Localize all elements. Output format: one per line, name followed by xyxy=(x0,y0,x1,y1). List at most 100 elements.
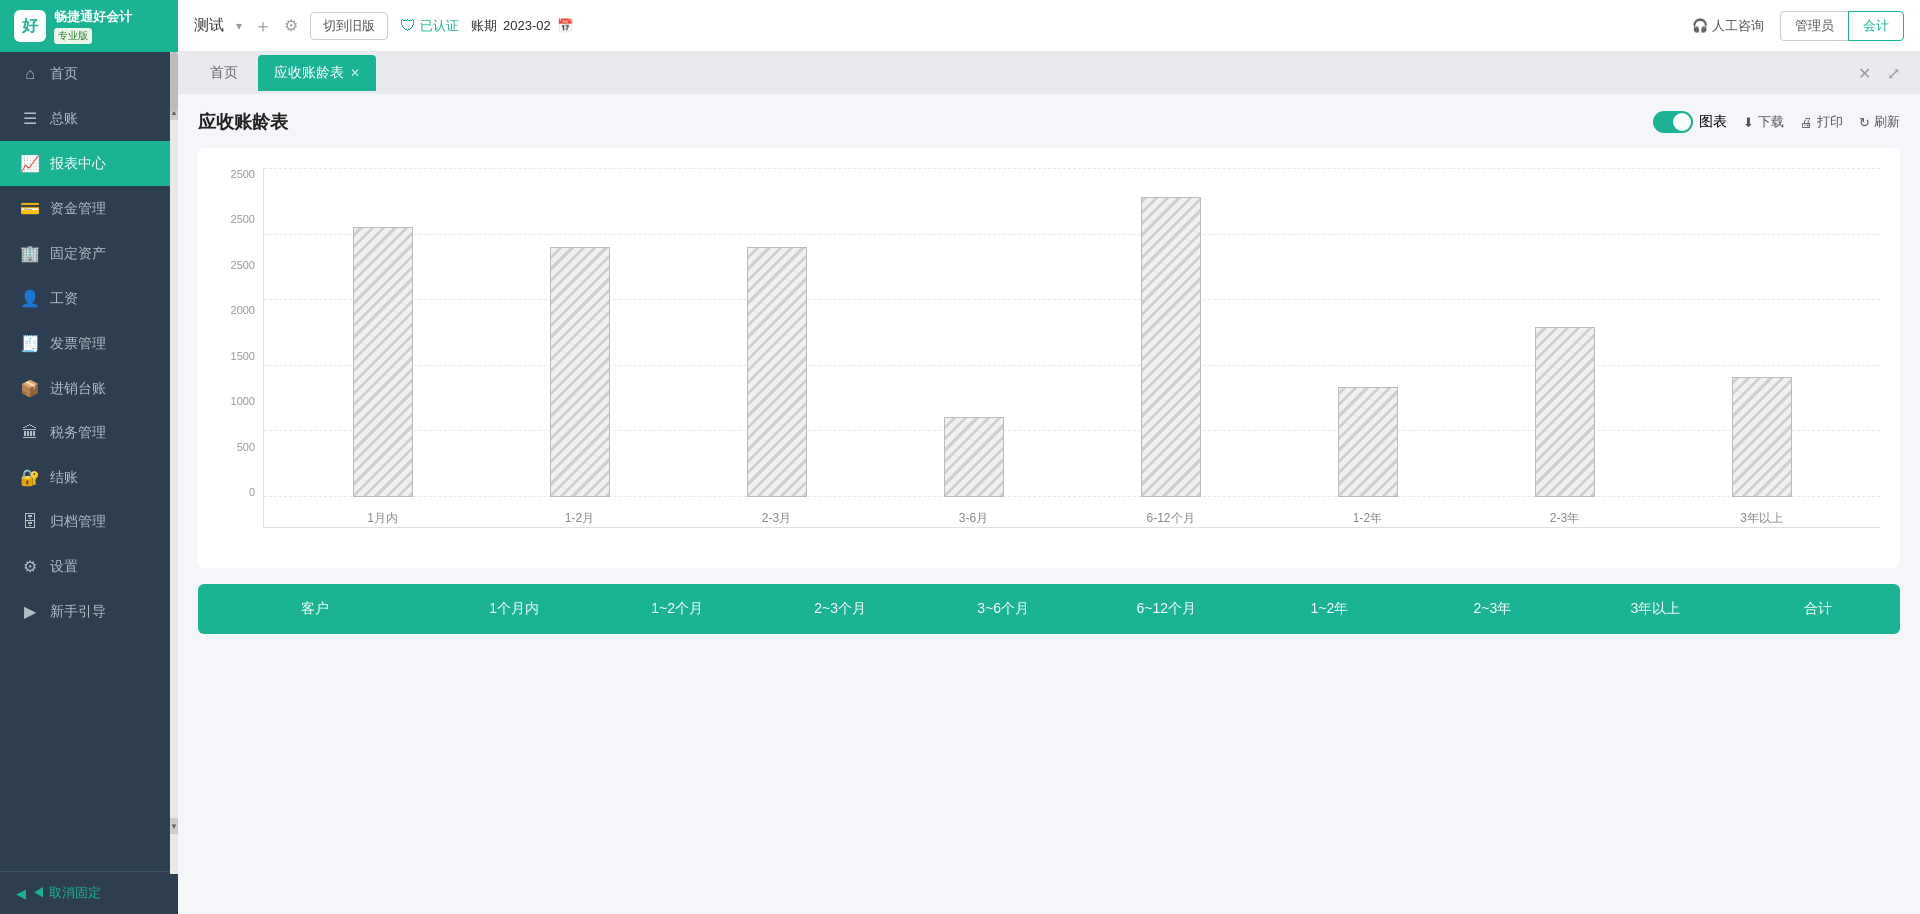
sidebar-item-inventory[interactable]: 📦 进销台账 xyxy=(0,366,178,411)
bar-2-3y xyxy=(1535,327,1595,497)
th-1m: 1个月内 xyxy=(433,584,596,634)
sidebar-item-ledger[interactable]: ☰ 总账 xyxy=(0,96,178,141)
closing-icon: 🔐 xyxy=(20,468,40,487)
sidebar-logo: 好 畅捷通好会计 专业版 xyxy=(0,0,178,52)
bar-group-3y-plus xyxy=(1732,377,1792,497)
sidebar-item-tax[interactable]: 🏛 税务管理 xyxy=(0,411,178,455)
sidebar-item-label: 归档管理 xyxy=(50,513,106,531)
topbar-right: 🎧 人工咨询 管理员 会计 xyxy=(1692,11,1904,41)
x-axis-labels: 1月内 1-2月 2-3月 3-6月 6-12个月 1-2年 2-3年 3年以上 xyxy=(264,510,1880,527)
x-label-3-6m: 3-6月 xyxy=(944,510,1004,527)
bar-group-3-6m xyxy=(944,417,1004,497)
sidebar-item-archive[interactable]: 🗄 归档管理 xyxy=(0,500,178,544)
user-role-group: 管理员 会计 xyxy=(1780,11,1904,41)
sidebar-item-label: 发票管理 xyxy=(50,335,106,353)
tab-close-icon[interactable]: ✕ xyxy=(350,66,360,80)
scroll-down-arrow[interactable]: ▼ xyxy=(170,818,178,834)
home-icon: ⌂ xyxy=(20,65,40,83)
inventory-icon: 📦 xyxy=(20,379,40,398)
main-area: 测试 ▾ ＋ ⚙ 切到旧版 🛡 已认证 账期 2023-02 📅 🎧 人工咨询 … xyxy=(178,0,1920,914)
calendar-icon[interactable]: 📅 xyxy=(557,18,573,33)
th-2-3y: 2~3年 xyxy=(1411,584,1574,634)
support-label: 人工咨询 xyxy=(1712,17,1764,35)
bar-6-12m xyxy=(1141,197,1201,497)
tab-ar-aging-label: 应收账龄表 xyxy=(274,64,344,82)
tab-ar-aging[interactable]: 应收账龄表 ✕ xyxy=(258,55,376,91)
sidebar-item-label: 工资 xyxy=(50,290,78,308)
x-label-1-2y: 1-2年 xyxy=(1338,510,1398,527)
sidebar-item-invoice[interactable]: 🧾 发票管理 xyxy=(0,321,178,366)
certified-badge: 🛡 已认证 xyxy=(400,17,459,35)
th-1-2m: 1~2个月 xyxy=(596,584,759,634)
page-header: 应收账龄表 图表 ⬇ 下载 🖨 打印 xyxy=(198,110,1900,134)
period-info: 账期 2023-02 📅 xyxy=(471,17,573,35)
refresh-button[interactable]: ↻ 刷新 xyxy=(1859,113,1900,131)
settings-gear-icon[interactable]: ⚙ xyxy=(284,16,298,35)
settings-icon: ⚙ xyxy=(20,557,40,576)
toggle-control[interactable] xyxy=(1653,111,1693,133)
period-label: 账期 xyxy=(471,17,497,35)
sidebar-item-reports[interactable]: 📈 报表中心 xyxy=(0,141,178,186)
sidebar: 好 畅捷通好会计 专业版 ⌂ 首页 ☰ 总账 📈 报表中心 💳 资金管理 🏢 固… xyxy=(0,0,178,914)
refresh-label: 刷新 xyxy=(1874,113,1900,131)
tab-actions: ✕ ⤢ xyxy=(1854,60,1904,87)
old-version-button[interactable]: 切到旧版 xyxy=(310,12,388,40)
unpin-label: ◀ 取消固定 xyxy=(32,884,101,902)
y-label-1500: 1500 xyxy=(218,350,263,362)
bars-area xyxy=(264,168,1880,497)
bar-group-2-3y xyxy=(1535,327,1595,497)
tab-home[interactable]: 首页 xyxy=(194,55,254,91)
accountant-button[interactable]: 会计 xyxy=(1848,11,1904,41)
y-label-1000: 1000 xyxy=(218,395,263,407)
y-label-500: 500 xyxy=(218,441,263,453)
chart-toggle[interactable]: 图表 xyxy=(1653,111,1727,133)
bar-1-2m xyxy=(550,247,610,497)
y-label-2500b: 2500 xyxy=(218,213,263,225)
admin-button[interactable]: 管理员 xyxy=(1780,11,1849,41)
expand-icon[interactable]: ⤢ xyxy=(1883,60,1904,87)
dropdown-chevron-icon[interactable]: ▾ xyxy=(236,19,242,33)
bar-group-1m xyxy=(353,227,413,497)
x-label-6-12m: 6-12个月 xyxy=(1141,510,1201,527)
download-label: 下载 xyxy=(1758,113,1784,131)
sidebar-item-funds[interactable]: 💳 资金管理 xyxy=(0,186,178,231)
toggle-knob xyxy=(1673,113,1691,131)
add-tab-button[interactable]: ＋ xyxy=(254,14,272,38)
sidebar-item-home[interactable]: ⌂ 首页 xyxy=(0,52,178,96)
bar-group-1-2m xyxy=(550,247,610,497)
print-button[interactable]: 🖨 打印 xyxy=(1800,113,1843,131)
x-label-1m: 1月内 xyxy=(353,510,413,527)
sidebar-item-label: 报表中心 xyxy=(50,155,106,173)
sidebar-item-label: 设置 xyxy=(50,558,78,576)
download-button[interactable]: ⬇ 下载 xyxy=(1743,113,1784,131)
sidebar-item-assets[interactable]: 🏢 固定资产 xyxy=(0,231,178,276)
sidebar-item-label: 税务管理 xyxy=(50,424,106,442)
support-link[interactable]: 🎧 人工咨询 xyxy=(1692,17,1764,35)
x-label-2-3m: 2-3月 xyxy=(747,510,807,527)
sidebar-unpin-button[interactable]: ◀ ◀ 取消固定 xyxy=(0,871,178,914)
topbar-title: 测试 xyxy=(194,16,224,35)
page-content: 应收账龄表 图表 ⬇ 下载 🖨 打印 xyxy=(178,94,1920,914)
sidebar-item-salary[interactable]: 👤 工资 xyxy=(0,276,178,321)
x-label-3y-plus: 3年以上 xyxy=(1732,510,1792,527)
certified-label: 已认证 xyxy=(420,17,459,35)
shield-icon: 🛡 xyxy=(400,17,416,35)
sidebar-item-guide[interactable]: ▶ 新手引导 xyxy=(0,589,178,634)
sidebar-nav: ⌂ 首页 ☰ 总账 📈 报表中心 💳 资金管理 🏢 固定资产 👤 工资 🧾 发票… xyxy=(0,52,178,871)
page-title: 应收账龄表 xyxy=(198,110,288,134)
sidebar-item-settings[interactable]: ⚙ 设置 xyxy=(0,544,178,589)
sidebar-scrollbar[interactable]: ▲ ▼ xyxy=(170,52,178,874)
close-window-icon[interactable]: ✕ xyxy=(1854,60,1875,87)
bar-1-2y xyxy=(1338,387,1398,497)
chart-container: 0 500 1000 1500 2000 2500 2500 2500 xyxy=(198,148,1900,568)
th-2-3m: 2~3个月 xyxy=(759,584,922,634)
sidebar-item-label: 结账 xyxy=(50,469,78,487)
print-label: 打印 xyxy=(1817,113,1843,131)
sidebar-item-label: 新手引导 xyxy=(50,603,106,621)
sidebar-item-closing[interactable]: 🔐 结账 xyxy=(0,455,178,500)
chart-plot: 1月内 1-2月 2-3月 3-6月 6-12个月 1-2年 2-3年 3年以上 xyxy=(263,168,1880,528)
period-value[interactable]: 2023-02 xyxy=(503,18,551,33)
scrollbar-thumb[interactable] xyxy=(170,52,178,112)
th-1-2y: 1~2年 xyxy=(1248,584,1411,634)
refresh-icon: ↻ xyxy=(1859,115,1870,130)
